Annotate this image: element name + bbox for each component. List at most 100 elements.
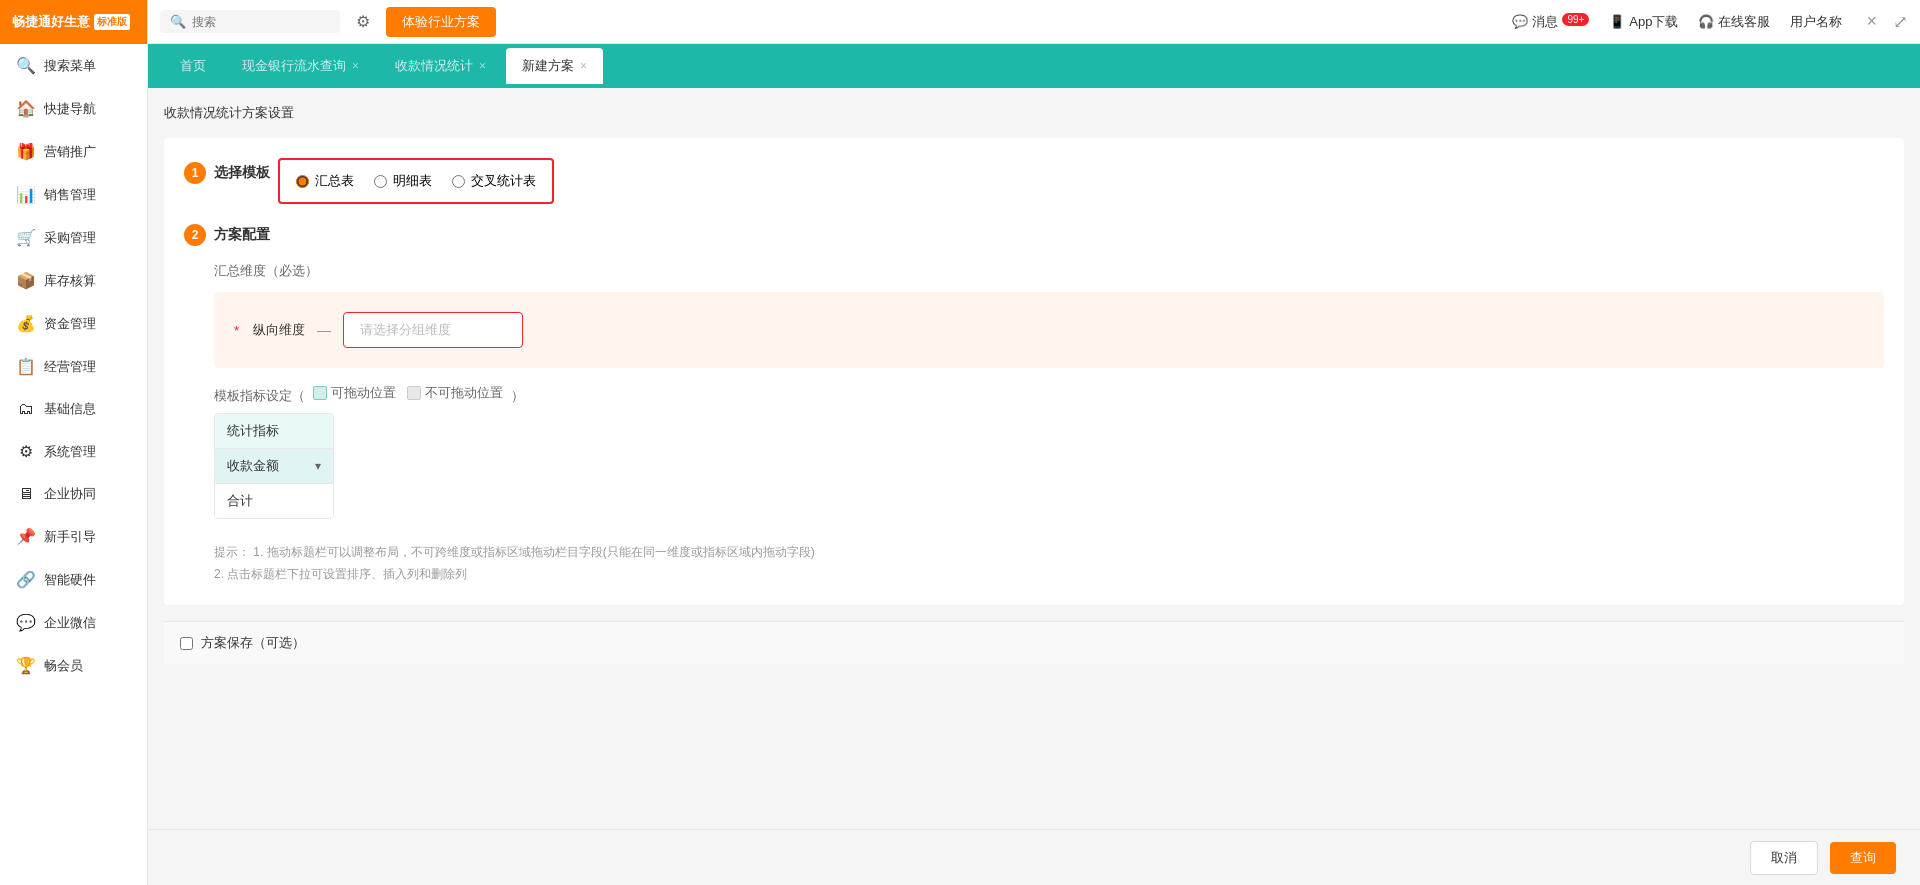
sidebar-label-system: 系统管理: [44, 443, 96, 461]
metrics-col-total: 合计: [215, 484, 333, 518]
trial-button[interactable]: 体验行业方案: [386, 7, 496, 37]
tab-stats-close[interactable]: ×: [479, 59, 486, 73]
sidebar-item-wechat[interactable]: 💬 企业微信: [0, 601, 147, 644]
sidebar-item-purchase[interactable]: 🛒 采购管理: [0, 216, 147, 259]
sidebar-item-member[interactable]: 🏆 畅会员: [0, 644, 147, 687]
sidebar-icon-purchase: 🛒: [16, 228, 36, 247]
sidebar-item-hardware[interactable]: 🔗 智能硬件: [0, 558, 147, 601]
radio-detail-input[interactable]: [374, 175, 387, 188]
tip-line-2: 2. 点击标题栏下拉可设置排序、插入列和删除列: [214, 564, 1884, 586]
service-item[interactable]: 🎧 在线客服: [1698, 13, 1770, 31]
sidebar-item-sales[interactable]: 📊 销售管理: [0, 173, 147, 216]
required-star: *: [234, 323, 239, 338]
page-title: 收款情况统计方案设置: [164, 104, 1904, 122]
sidebar-label-enterprise: 企业协同: [44, 485, 96, 503]
sidebar-icon-wechat: 💬: [16, 613, 36, 632]
user-name[interactable]: 用户名称: [1790, 13, 1842, 31]
dimension-select[interactable]: 请选择分组维度: [343, 312, 523, 348]
tab-bank-close[interactable]: ×: [352, 59, 359, 73]
tip-line-1: 提示： 1. 拖动标题栏可以调整布局，不可跨维度或指标区域拖动栏目字段(只能在同…: [214, 542, 1884, 564]
sidebar-label-quicknav: 快捷导航: [44, 100, 96, 118]
sidebar-icon-member: 🏆: [16, 656, 36, 675]
save-option-section: 方案保存（可选）: [164, 621, 1904, 664]
sidebar-item-system[interactable]: ⚙系统管理: [0, 430, 147, 473]
sidebar-label-guide: 新手引导: [44, 528, 96, 546]
window-close-button[interactable]: ×: [1866, 11, 1877, 32]
sidebar-nav: 🔍搜索菜单 🏠 快捷导航 🎁营销推广 📊 销售管理 🛒 采购管理 📦库存核算💰资金管理📋经营管理…: [0, 44, 147, 885]
query-button[interactable]: 查询: [1830, 842, 1896, 874]
tab-new-plan[interactable]: 新建方案 ×: [506, 48, 603, 84]
sidebar-item-search[interactable]: 🔍搜索菜单: [0, 44, 147, 87]
search-input[interactable]: [192, 15, 322, 29]
sidebar-item-operations[interactable]: 📋经营管理: [0, 345, 147, 388]
sidebar-item-quicknav[interactable]: 🏠 快捷导航: [0, 87, 147, 130]
vertical-dim-label: 纵向维度: [253, 321, 305, 339]
tab-new-plan-close[interactable]: ×: [580, 59, 587, 73]
metrics-label: 模板指标设定（ 可拖动位置 不可拖动位置: [214, 384, 1884, 405]
chevron-down-icon[interactable]: ▾: [315, 459, 321, 473]
sidebar-item-marketing[interactable]: 🎁营销推广: [0, 130, 147, 173]
main-area: 🔍 ⚙ 体验行业方案 💬 消息 99+ 📱 App下载 🎧 在线客服 用户名称 …: [148, 0, 1920, 885]
tab-bank[interactable]: 现金银行流水查询 ×: [226, 48, 375, 84]
metrics-title: 模板指标设定（ 可拖动位置 不可拖动位置: [214, 384, 524, 405]
save-checkbox[interactable]: [180, 637, 193, 650]
sidebar-label-hardware: 智能硬件: [44, 571, 96, 589]
save-option-label: 方案保存（可选）: [201, 634, 305, 652]
sidebar-icon-inventory: 📦: [16, 271, 36, 290]
metrics-table-header[interactable]: 统计指标: [215, 414, 333, 449]
metrics-col-payment[interactable]: 收款金额 ▾: [215, 449, 333, 484]
content-area: 收款情况统计方案设置 1 选择模板 汇总表 明细: [148, 88, 1920, 829]
step2-num: 2: [184, 224, 206, 246]
radio-summary-input[interactable]: [296, 175, 309, 188]
sidebar-icon-operations: 📋: [16, 357, 36, 376]
draggable-legend: 可拖动位置 不可拖动位置: [309, 388, 511, 403]
sidebar-icon-sales: 📊: [16, 185, 36, 204]
logo-text: 畅捷通好生意: [12, 13, 90, 31]
metrics-table-header-label: 统计指标: [227, 422, 279, 440]
sidebar-icon-quicknav: 🏠: [16, 99, 36, 118]
tab-bar: 首页 现金银行流水查询 × 收款情况统计 × 新建方案 ×: [148, 44, 1920, 88]
sidebar-item-guide[interactable]: 📌新手引导: [0, 515, 147, 558]
tips-section: 提示： 1. 拖动标题栏可以调整布局，不可跨维度或指标区域拖动栏目字段(只能在同…: [214, 542, 1884, 585]
sidebar-item-basic[interactable]: 🗂 基础信息: [0, 388, 147, 430]
radio-summary[interactable]: 汇总表: [296, 172, 354, 190]
sidebar-item-inventory[interactable]: 📦库存核算: [0, 259, 147, 302]
download-icon: 📱: [1609, 14, 1625, 29]
step2-section: 2 方案配置 汇总维度（必选） * 纵向维度 — 请选择分组维度: [184, 224, 1884, 585]
sidebar-icon-marketing: 🎁: [16, 142, 36, 161]
sidebar-label-basic: 基础信息: [44, 400, 96, 418]
radio-cross-input[interactable]: [452, 175, 465, 188]
radio-summary-label: 汇总表: [315, 172, 354, 190]
sidebar-label-purchase: 采购管理: [44, 229, 96, 247]
dimension-row: * 纵向维度 — 请选择分组维度: [234, 312, 1864, 348]
message-item[interactable]: 💬 消息 99+: [1512, 13, 1589, 31]
message-icon: 💬: [1512, 14, 1528, 29]
sidebar-icon-hardware: 🔗: [16, 570, 36, 589]
download-item[interactable]: 📱 App下载: [1609, 13, 1678, 31]
radio-detail[interactable]: 明细表: [374, 172, 432, 190]
step1-label: 1 选择模板: [184, 162, 270, 184]
cancel-button[interactable]: 取消: [1750, 841, 1818, 875]
tab-home[interactable]: 首页: [164, 48, 222, 84]
step1-num: 1: [184, 162, 206, 184]
dimension-area: * 纵向维度 — 请选择分组维度: [214, 292, 1884, 368]
sidebar-label-sales: 销售管理: [44, 186, 96, 204]
tab-home-label: 首页: [180, 57, 206, 75]
sidebar-label-member: 畅会员: [44, 657, 83, 675]
metrics-col-total-label: 合计: [227, 493, 253, 508]
sidebar-icon-enterprise: 🖥: [16, 485, 36, 503]
window-expand-button[interactable]: ⤢: [1893, 11, 1908, 33]
tab-stats[interactable]: 收款情况统计 ×: [379, 48, 502, 84]
settings-icon[interactable]: ⚙: [356, 12, 370, 31]
sidebar-label-wechat: 企业微信: [44, 614, 96, 632]
sidebar-item-finance[interactable]: 💰资金管理: [0, 302, 147, 345]
sidebar-icon-basic: 🗂: [16, 400, 36, 418]
radio-detail-label: 明细表: [393, 172, 432, 190]
sidebar-label-search: 搜索菜单: [44, 57, 96, 75]
radio-cross[interactable]: 交叉统计表: [452, 172, 536, 190]
header-search-box[interactable]: 🔍: [160, 10, 340, 33]
step1-text: 选择模板: [214, 164, 270, 182]
top-header: 🔍 ⚙ 体验行业方案 💬 消息 99+ 📱 App下载 🎧 在线客服 用户名称 …: [148, 0, 1920, 44]
fixed-box-icon: [407, 386, 421, 400]
sidebar-item-enterprise[interactable]: 🖥 企业协同: [0, 473, 147, 515]
